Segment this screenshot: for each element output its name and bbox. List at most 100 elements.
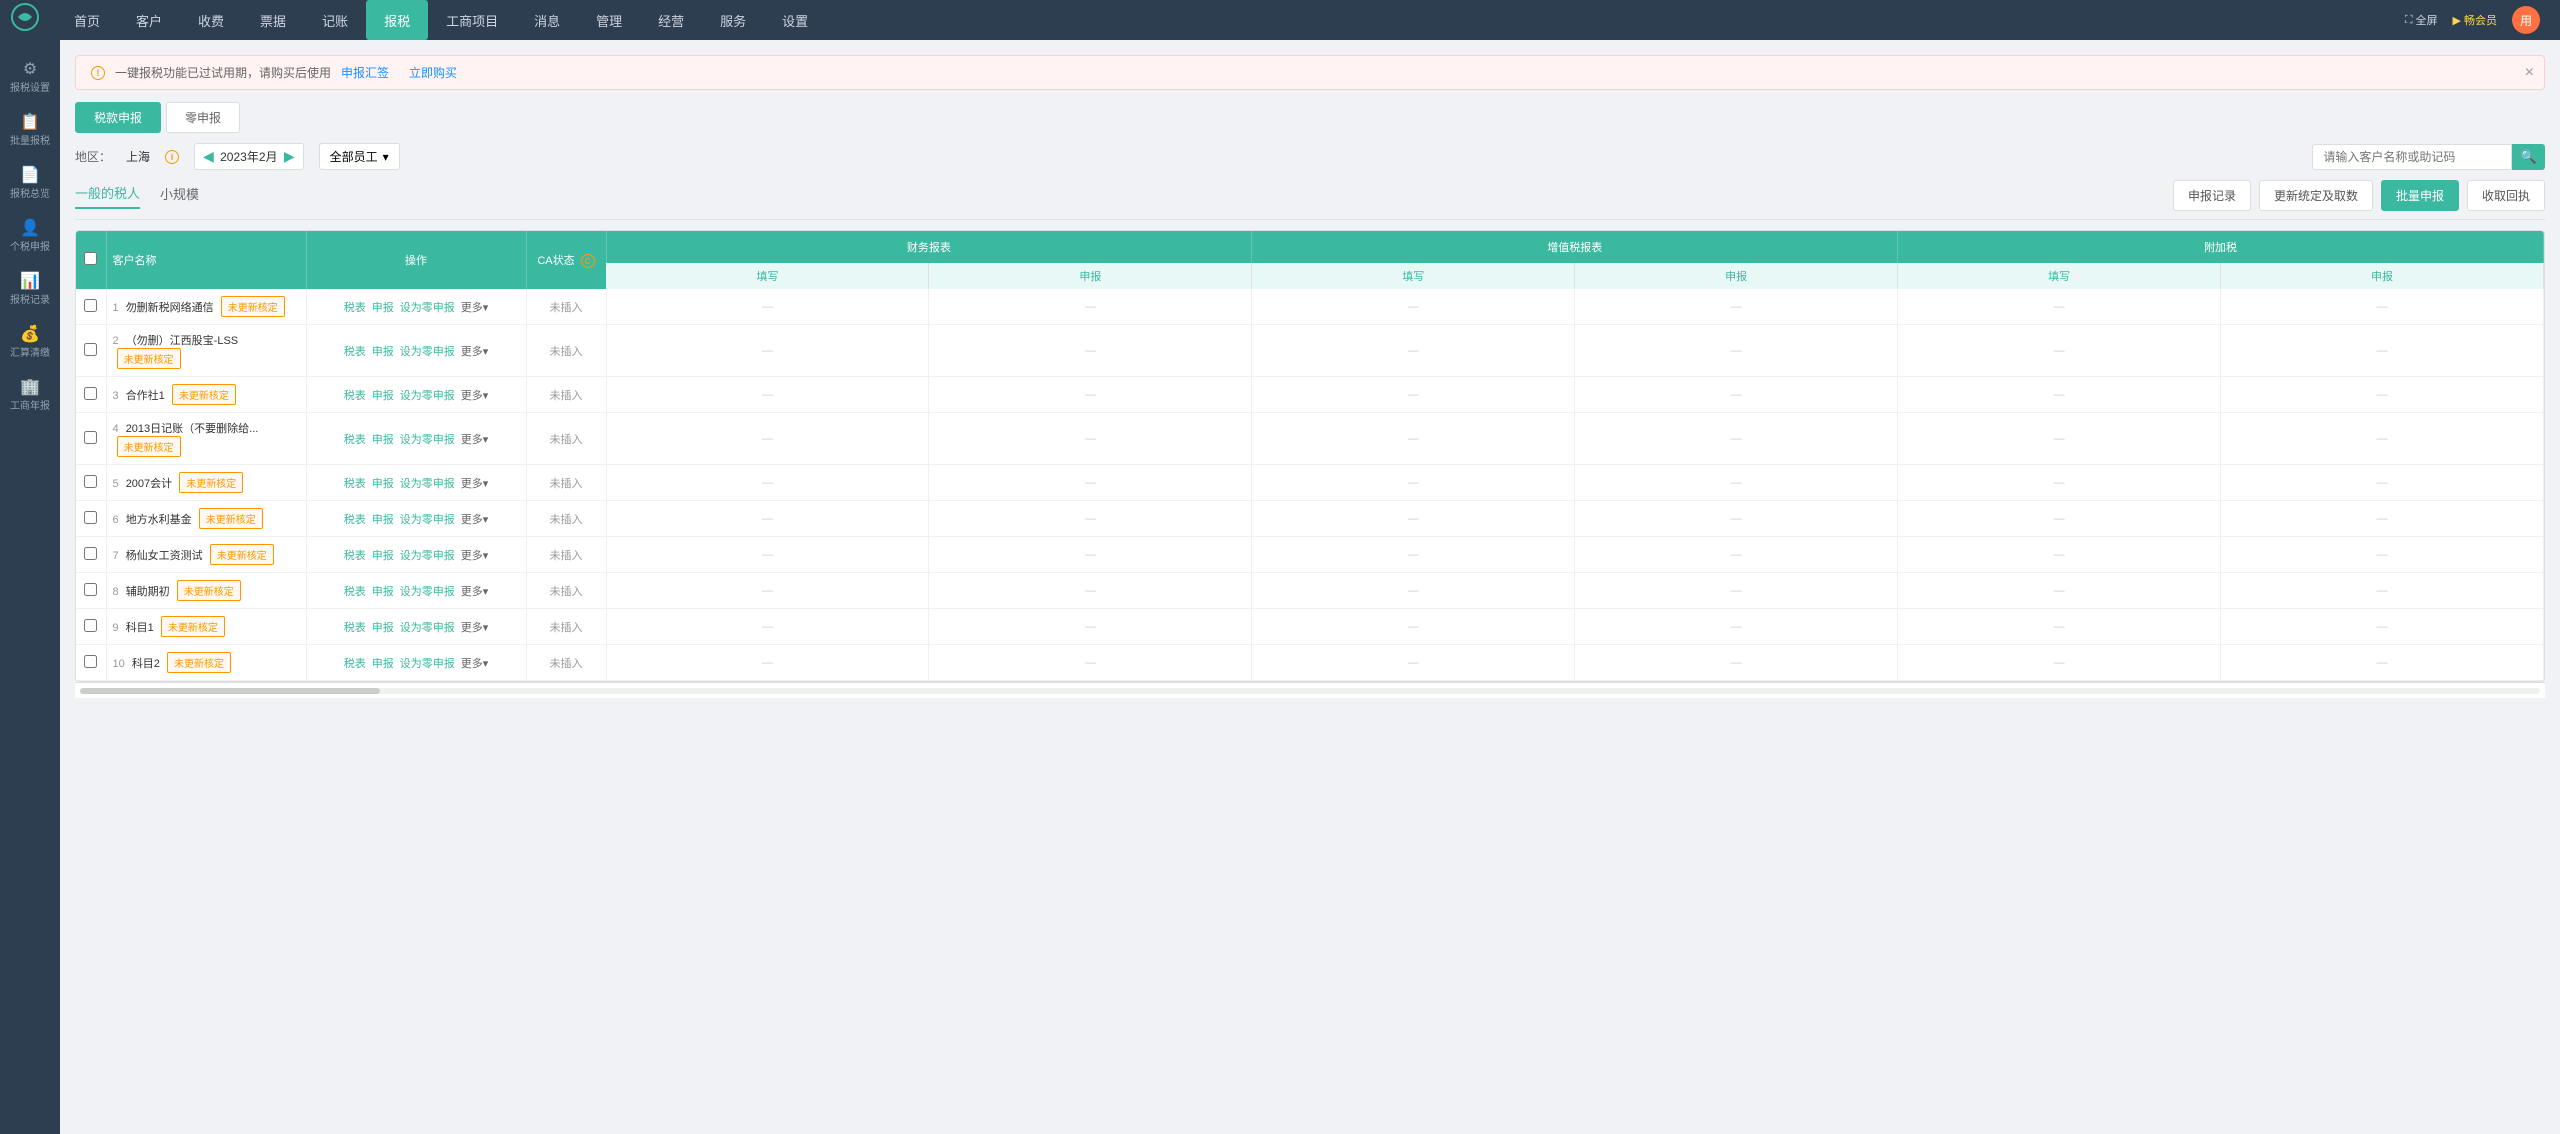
row-client-name-2[interactable]: 合作社1 — [126, 390, 165, 402]
row-op-more-8[interactable]: 更多▾ — [461, 619, 489, 635]
row-op-zero-4[interactable]: 设为零申报 — [400, 475, 455, 491]
sidebar-item-personal-tax[interactable]: 👤 个税申报 — [0, 209, 60, 262]
banner-link-declaration[interactable]: 申报汇签 — [341, 64, 389, 81]
row-check-8[interactable] — [84, 619, 97, 632]
row-op-more-5[interactable]: 更多▾ — [461, 511, 489, 527]
row-check-6[interactable] — [84, 547, 97, 560]
nav-client[interactable]: 客户 — [118, 0, 180, 40]
nav-operation[interactable]: 经营 — [640, 0, 702, 40]
sub-tab-small-scale[interactable]: 小规模 — [160, 184, 199, 208]
banner-close-button[interactable]: × — [2525, 64, 2534, 82]
row-op-declare-6[interactable]: 申报 — [372, 547, 394, 563]
row-client-name-3[interactable]: 2013日记账（不要删除给... — [126, 423, 259, 435]
nav-home[interactable]: 首页 — [56, 0, 118, 40]
banner-link-buy[interactable]: 立即购买 — [409, 64, 457, 81]
row-op-taxform-4[interactable]: 税表 — [344, 475, 366, 491]
staff-selector[interactable]: 全部员工 ▾ — [319, 143, 400, 170]
row-op-zero-7[interactable]: 设为零申报 — [400, 583, 455, 599]
row-op-more-6[interactable]: 更多▾ — [461, 547, 489, 563]
row-op-declare-0[interactable]: 申报 — [372, 299, 394, 315]
row-op-declare-5[interactable]: 申报 — [372, 511, 394, 527]
date-next-button[interactable]: ▶ — [284, 148, 295, 165]
row-op-taxform-2[interactable]: 税表 — [344, 387, 366, 403]
ca-info-icon[interactable]: C — [581, 254, 595, 268]
row-op-declare-3[interactable]: 申报 — [372, 431, 394, 447]
nav-message[interactable]: 消息 — [516, 0, 578, 40]
row-op-zero-8[interactable]: 设为零申报 — [400, 619, 455, 635]
row-op-zero-1[interactable]: 设为零申报 — [400, 343, 455, 359]
declaration-records-button[interactable]: 申报记录 — [2173, 180, 2251, 211]
nav-accounting[interactable]: 记账 — [304, 0, 366, 40]
row-check-1[interactable] — [84, 343, 97, 356]
row-check-9[interactable] — [84, 655, 97, 668]
row-check-7[interactable] — [84, 583, 97, 596]
fullscreen-button[interactable]: ⛶ 全屏 — [2405, 12, 2438, 28]
tab-tax-declaration[interactable]: 税款申报 — [75, 102, 161, 133]
nav-invoice[interactable]: 票据 — [242, 0, 304, 40]
sub-tab-general[interactable]: 一般的税人 — [75, 183, 140, 209]
row-op-more-7[interactable]: 更多▾ — [461, 583, 489, 599]
row-check-2[interactable] — [84, 387, 97, 400]
row-client-name-7[interactable]: 辅助期初 — [126, 586, 170, 598]
row-client-name-5[interactable]: 地方水利基金 — [126, 514, 192, 526]
row-client-name-9[interactable]: 科目2 — [132, 658, 160, 670]
row-check-3[interactable] — [84, 431, 97, 444]
row-op-declare-8[interactable]: 申报 — [372, 619, 394, 635]
nav-settings[interactable]: 设置 — [764, 0, 826, 40]
tab-zero-declaration[interactable]: 零申报 — [166, 102, 240, 133]
row-op-zero-2[interactable]: 设为零申报 — [400, 387, 455, 403]
row-op-more-2[interactable]: 更多▾ — [461, 387, 489, 403]
row-op-zero-5[interactable]: 设为零申报 — [400, 511, 455, 527]
sidebar-item-tax-records[interactable]: 📊 报税记录 — [0, 262, 60, 315]
update-settings-button[interactable]: 更新统定及取数 — [2259, 180, 2373, 211]
nav-business[interactable]: 工商项目 — [428, 0, 516, 40]
row-op-more-3[interactable]: 更多▾ — [461, 431, 489, 447]
region-info-icon[interactable]: i — [165, 150, 179, 164]
row-check-5[interactable] — [84, 511, 97, 524]
vip-button[interactable]: ▶ 畅会员 — [2453, 12, 2497, 28]
row-op-more-9[interactable]: 更多▾ — [461, 655, 489, 671]
row-op-zero-3[interactable]: 设为零申报 — [400, 431, 455, 447]
row-client-name-6[interactable]: 杨仙女工资测试 — [126, 550, 203, 562]
horizontal-scrollbar[interactable] — [75, 682, 2545, 698]
nav-fee[interactable]: 收费 — [180, 0, 242, 40]
row-op-taxform-1[interactable]: 税表 — [344, 343, 366, 359]
row-op-taxform-9[interactable]: 税表 — [344, 655, 366, 671]
sidebar-item-settlement[interactable]: 💰 汇算清缴 — [0, 315, 60, 368]
sidebar-item-annual-report[interactable]: 🏢 工商年报 — [0, 368, 60, 421]
sidebar-item-tax-settings[interactable]: ⚙ 报税设置 — [0, 50, 60, 103]
row-op-declare-4[interactable]: 申报 — [372, 475, 394, 491]
user-avatar[interactable]: 用 — [2512, 6, 2540, 34]
search-input[interactable] — [2312, 144, 2512, 170]
row-op-taxform-3[interactable]: 税表 — [344, 431, 366, 447]
row-op-taxform-7[interactable]: 税表 — [344, 583, 366, 599]
row-op-more-1[interactable]: 更多▾ — [461, 343, 489, 359]
scrollbar-thumb[interactable] — [80, 688, 380, 694]
row-op-declare-2[interactable]: 申报 — [372, 387, 394, 403]
row-client-name-1[interactable]: （勿删）江西股宝-LSS — [126, 335, 238, 347]
row-op-taxform-5[interactable]: 税表 — [344, 511, 366, 527]
row-op-more-0[interactable]: 更多▾ — [461, 299, 489, 315]
row-op-zero-6[interactable]: 设为零申报 — [400, 547, 455, 563]
search-button[interactable]: 🔍 — [2512, 144, 2545, 170]
row-check-4[interactable] — [84, 475, 97, 488]
row-op-taxform-8[interactable]: 税表 — [344, 619, 366, 635]
row-op-declare-7[interactable]: 申报 — [372, 583, 394, 599]
batch-declare-button[interactable]: 批量申报 — [2381, 180, 2459, 211]
logo[interactable] — [10, 2, 46, 38]
row-client-name-0[interactable]: 勿删新税网络通信 — [126, 302, 214, 314]
sidebar-item-tax-overview[interactable]: 📄 报税总览 — [0, 156, 60, 209]
row-client-name-8[interactable]: 科目1 — [126, 622, 154, 634]
row-op-taxform-0[interactable]: 税表 — [344, 299, 366, 315]
nav-service[interactable]: 服务 — [702, 0, 764, 40]
row-client-name-4[interactable]: 2007会计 — [126, 478, 172, 490]
row-op-declare-1[interactable]: 申报 — [372, 343, 394, 359]
row-op-zero-0[interactable]: 设为零申报 — [400, 299, 455, 315]
row-op-taxform-6[interactable]: 税表 — [344, 547, 366, 563]
select-all-checkbox[interactable] — [84, 252, 97, 265]
row-op-more-4[interactable]: 更多▾ — [461, 475, 489, 491]
row-check-0[interactable] — [84, 299, 97, 312]
nav-tax[interactable]: 报税 — [366, 0, 428, 40]
nav-manage[interactable]: 管理 — [578, 0, 640, 40]
get-receipt-button[interactable]: 收取回执 — [2467, 180, 2545, 211]
